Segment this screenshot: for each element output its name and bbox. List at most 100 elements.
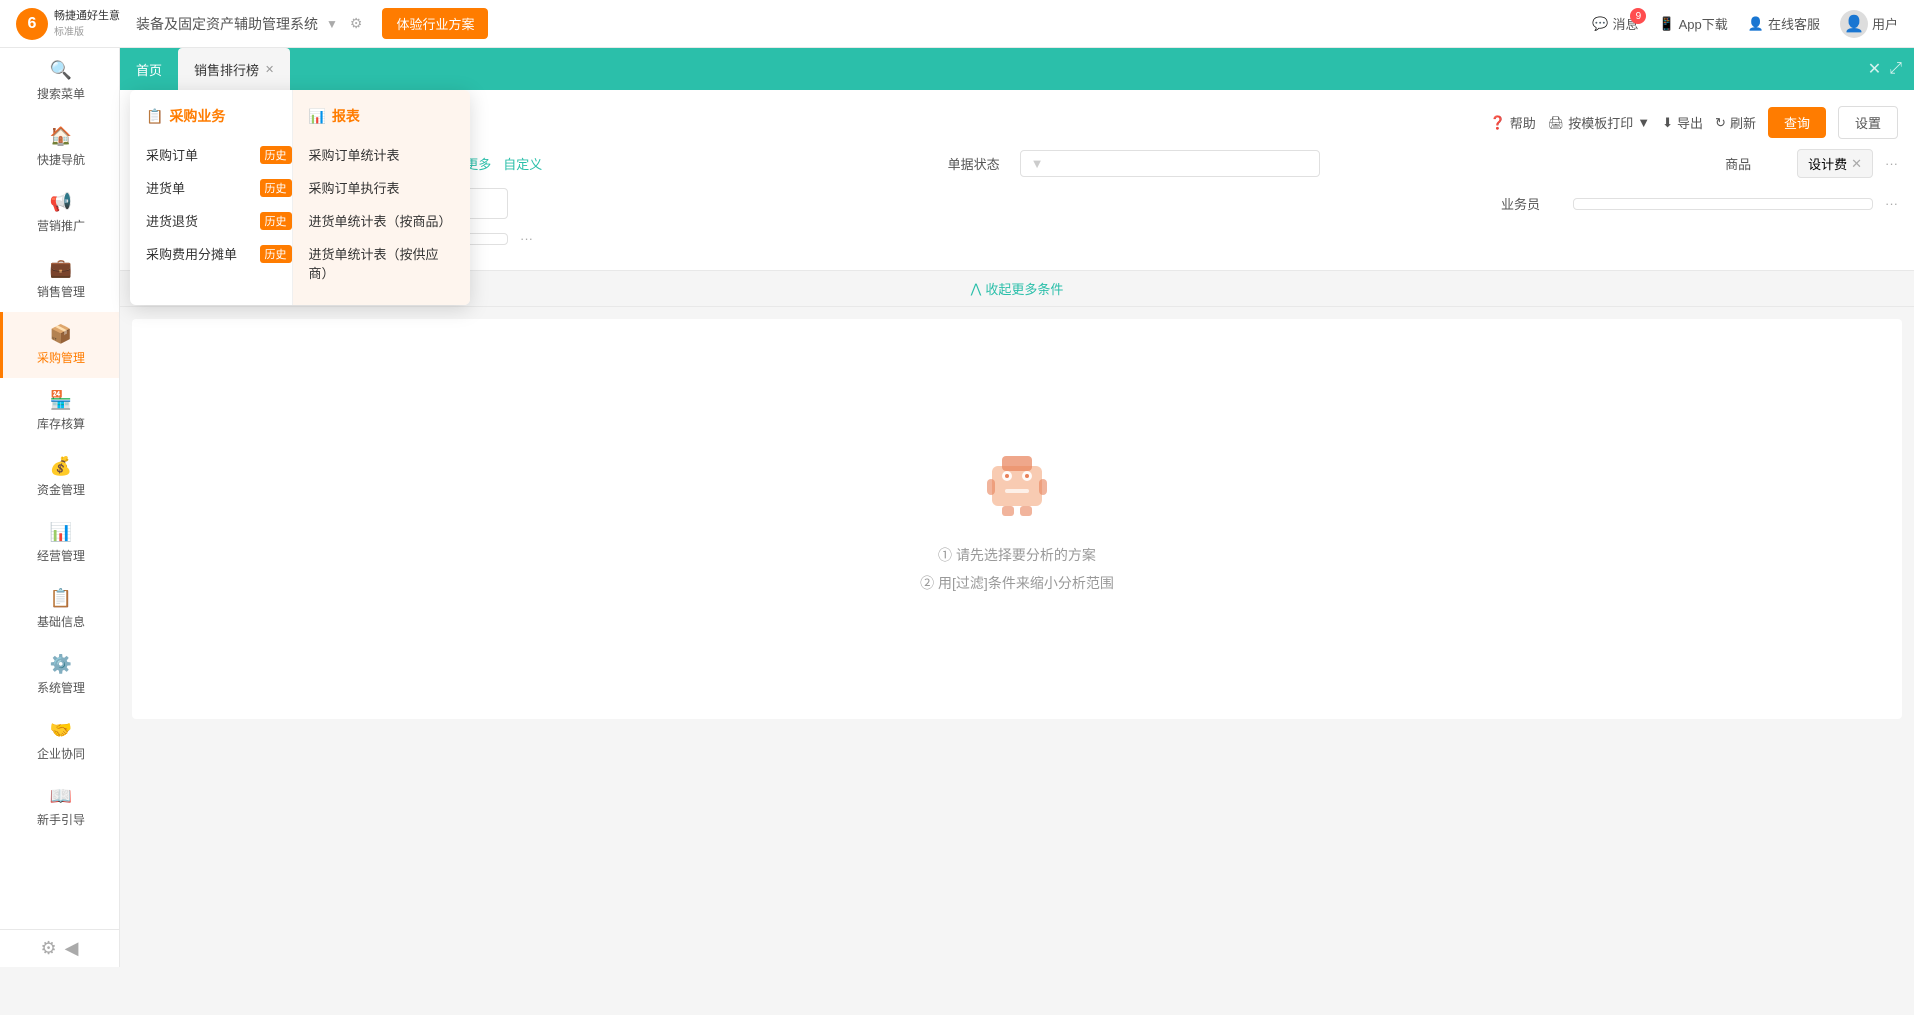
export-icon: ⬇ bbox=[1662, 115, 1673, 131]
brand-version: 标准版 bbox=[54, 23, 120, 38]
message-icon: 💬 bbox=[1592, 16, 1608, 32]
sidebar-item-search[interactable]: 🔍 搜索菜单 bbox=[0, 48, 119, 114]
print-icon: 🖨 bbox=[1548, 115, 1565, 131]
industry-btn[interactable]: 体验行业方案 bbox=[382, 8, 488, 39]
sidebar-item-operations[interactable]: 📊 经营管理 bbox=[0, 510, 119, 576]
system-title-area: 装备及固定资产辅助管理系统 ▼ ⚙ 体验行业方案 bbox=[136, 8, 1592, 39]
user-btn[interactable]: 👤 用户 bbox=[1840, 10, 1898, 38]
purchase-order-badge: 历史 bbox=[260, 146, 292, 164]
search-icon: 🔍 bbox=[50, 60, 72, 81]
sidebar-item-basic[interactable]: 📋 基础信息 bbox=[0, 576, 119, 642]
app-download-btn[interactable]: 📱 App下载 bbox=[1658, 14, 1727, 33]
empty-text-2: ② 用[过滤]条件来缩小分析范围 bbox=[920, 569, 1114, 597]
purchase-col: 📋 采购业务 采购订单 历史 进货单 历史 进货退货 历史 采购费用分摊单 历史 bbox=[146, 106, 292, 289]
collapse-sidebar-btn[interactable]: ◀ bbox=[65, 938, 79, 959]
stock-in-badge: 历史 bbox=[260, 179, 292, 197]
collapse-icon: ⋀ bbox=[971, 281, 982, 297]
purchase-section-title: 📋 采购业务 bbox=[146, 106, 292, 126]
dropdown-menu: 📋 采购业务 采购订单 历史 进货单 历史 进货退货 历史 采购费用分摊单 历史… bbox=[130, 90, 470, 305]
user-label: 用户 bbox=[1872, 14, 1898, 33]
salesperson-input[interactable] bbox=[1573, 198, 1873, 210]
order-status-label: 单据状态 bbox=[948, 154, 1008, 173]
purchase-cost-badge: 历史 bbox=[260, 245, 292, 263]
guide-icon: 📖 bbox=[50, 786, 72, 807]
sidebar-label-system: 系统管理 bbox=[37, 679, 85, 696]
user-avatar: 👤 bbox=[1840, 10, 1868, 38]
tab-close-icon[interactable]: ✕ bbox=[265, 63, 274, 76]
sidebar-item-coop[interactable]: 🤝 企业协同 bbox=[0, 708, 119, 774]
logo-icon: 6 bbox=[16, 8, 48, 40]
query-btn[interactable]: 查询 bbox=[1768, 107, 1826, 138]
stock-return-item[interactable]: 进货退货 历史 bbox=[146, 204, 292, 237]
purchase-order-item[interactable]: 采购订单 历史 bbox=[146, 138, 292, 171]
sales-rank-tab-label: 销售排行榜 bbox=[194, 60, 259, 79]
stock-in-stat-goods-label: 进货单统计表（按商品） bbox=[309, 211, 452, 230]
report-section-icon: 📊 bbox=[309, 108, 326, 125]
order-status-input[interactable]: ▼ bbox=[1020, 150, 1320, 177]
purchase-order-stat-item[interactable]: 采购订单统计表 bbox=[309, 138, 455, 171]
sidebar-label-basic: 基础信息 bbox=[37, 613, 85, 630]
tab-controls: ✕ ⤢ bbox=[1868, 59, 1914, 79]
tab-sales-rank[interactable]: 销售排行榜 ✕ bbox=[178, 48, 290, 90]
sidebar-item-marketing[interactable]: 📢 营销推广 bbox=[0, 180, 119, 246]
refresh-btn[interactable]: ↻ 刷新 bbox=[1715, 113, 1756, 132]
purchase-order-label: 采购订单 bbox=[146, 145, 198, 164]
date-custom[interactable]: 自定义 bbox=[503, 154, 542, 173]
purchase-cost-item[interactable]: 采购费用分摊单 历史 bbox=[146, 237, 292, 270]
online-service-btn[interactable]: 👤 在线客服 bbox=[1748, 14, 1820, 33]
message-btn[interactable]: 💬 消息 9 bbox=[1592, 14, 1638, 33]
settings-bottom-btn[interactable]: ⚙ bbox=[41, 938, 57, 959]
home-icon: 🏠 bbox=[50, 126, 72, 147]
sidebar-label-inventory: 库存核算 bbox=[37, 415, 85, 432]
sidebar-item-inventory[interactable]: 🏪 库存核算 bbox=[0, 378, 119, 444]
goods-more-dots[interactable]: ··· bbox=[1885, 156, 1898, 171]
purchase-icon: 📦 bbox=[50, 324, 72, 345]
sidebar-item-guide[interactable]: 📖 新手引导 bbox=[0, 774, 119, 840]
help-icon: ❓ bbox=[1490, 115, 1506, 131]
sidebar-item-purchase[interactable]: 📦 采购管理 bbox=[0, 312, 119, 378]
help-btn[interactable]: ❓ 帮助 bbox=[1490, 113, 1536, 132]
service-icon: 👤 bbox=[1748, 16, 1764, 32]
sidebar: 🔍 搜索菜单 🏠 快捷导航 📢 营销推广 💼 销售管理 📦 采购管理 🏪 库存核… bbox=[0, 48, 120, 967]
print-label: 按模板打印 bbox=[1568, 113, 1633, 132]
empty-text-1: ① 请先选择要分析的方案 bbox=[938, 541, 1096, 569]
inventory-icon: 🏪 bbox=[50, 390, 72, 411]
customer-more-dots[interactable]: ··· bbox=[520, 231, 533, 246]
dropdown-arrow-icon[interactable]: ▼ bbox=[326, 17, 338, 31]
tip-num-2: ② bbox=[920, 575, 934, 591]
sidebar-label-sales: 销售管理 bbox=[37, 283, 85, 300]
purchase-cost-label: 采购费用分摊单 bbox=[146, 244, 237, 263]
sidebar-label-operations: 经营管理 bbox=[37, 547, 85, 564]
stock-in-stat-goods-item[interactable]: 进货单统计表（按商品） bbox=[309, 204, 455, 237]
sidebar-item-quick[interactable]: 🏠 快捷导航 bbox=[0, 114, 119, 180]
stock-return-badge: 历史 bbox=[260, 212, 292, 230]
settings-btn[interactable]: 设置 bbox=[1838, 106, 1898, 139]
top-header: 6 畅捷通好生意 标准版 装备及固定资产辅助管理系统 ▼ ⚙ 体验行业方案 💬 … bbox=[0, 0, 1914, 48]
salesperson-more-dots[interactable]: ··· bbox=[1885, 196, 1898, 211]
goods-tag-value: 设计费 bbox=[1808, 154, 1847, 173]
system-title: 装备及固定资产辅助管理系统 bbox=[136, 14, 318, 34]
app-label: App下载 bbox=[1679, 14, 1728, 33]
print-btn[interactable]: 🖨 按模板打印 ▼ bbox=[1548, 113, 1650, 132]
empty-state: ① 请先选择要分析的方案 ② 用[过滤]条件来缩小分析范围 bbox=[132, 319, 1902, 719]
sidebar-item-sales[interactable]: 💼 销售管理 bbox=[0, 246, 119, 312]
purchase-section-icon: 📋 bbox=[146, 108, 163, 125]
purchase-order-stat-label: 采购订单统计表 bbox=[309, 145, 400, 164]
sidebar-item-system[interactable]: ⚙️ 系统管理 bbox=[0, 642, 119, 708]
sidebar-label-marketing: 营销推广 bbox=[37, 217, 85, 234]
settings-icon[interactable]: ⚙ bbox=[350, 15, 363, 32]
purchase-order-exec-label: 采购订单执行表 bbox=[309, 178, 400, 197]
stock-in-item[interactable]: 进货单 历史 bbox=[146, 171, 292, 204]
purchase-order-exec-item[interactable]: 采购订单执行表 bbox=[309, 171, 455, 204]
export-btn[interactable]: ⬇ 导出 bbox=[1662, 113, 1703, 132]
refresh-icon: ↻ bbox=[1715, 115, 1726, 131]
marketing-icon: 📢 bbox=[50, 192, 72, 213]
salesperson-label: 业务员 bbox=[1501, 194, 1561, 213]
tab-home[interactable]: 首页 bbox=[120, 48, 178, 90]
sidebar-item-finance[interactable]: 💰 资金管理 bbox=[0, 444, 119, 510]
print-dropdown-icon: ▼ bbox=[1637, 115, 1650, 130]
close-tab-btn[interactable]: ✕ bbox=[1868, 59, 1881, 79]
stock-in-stat-supplier-item[interactable]: 进货单统计表（按供应商） bbox=[309, 237, 455, 289]
expand-tab-btn[interactable]: ⤢ bbox=[1889, 60, 1902, 78]
goods-tag-close[interactable]: ✕ bbox=[1851, 156, 1862, 172]
